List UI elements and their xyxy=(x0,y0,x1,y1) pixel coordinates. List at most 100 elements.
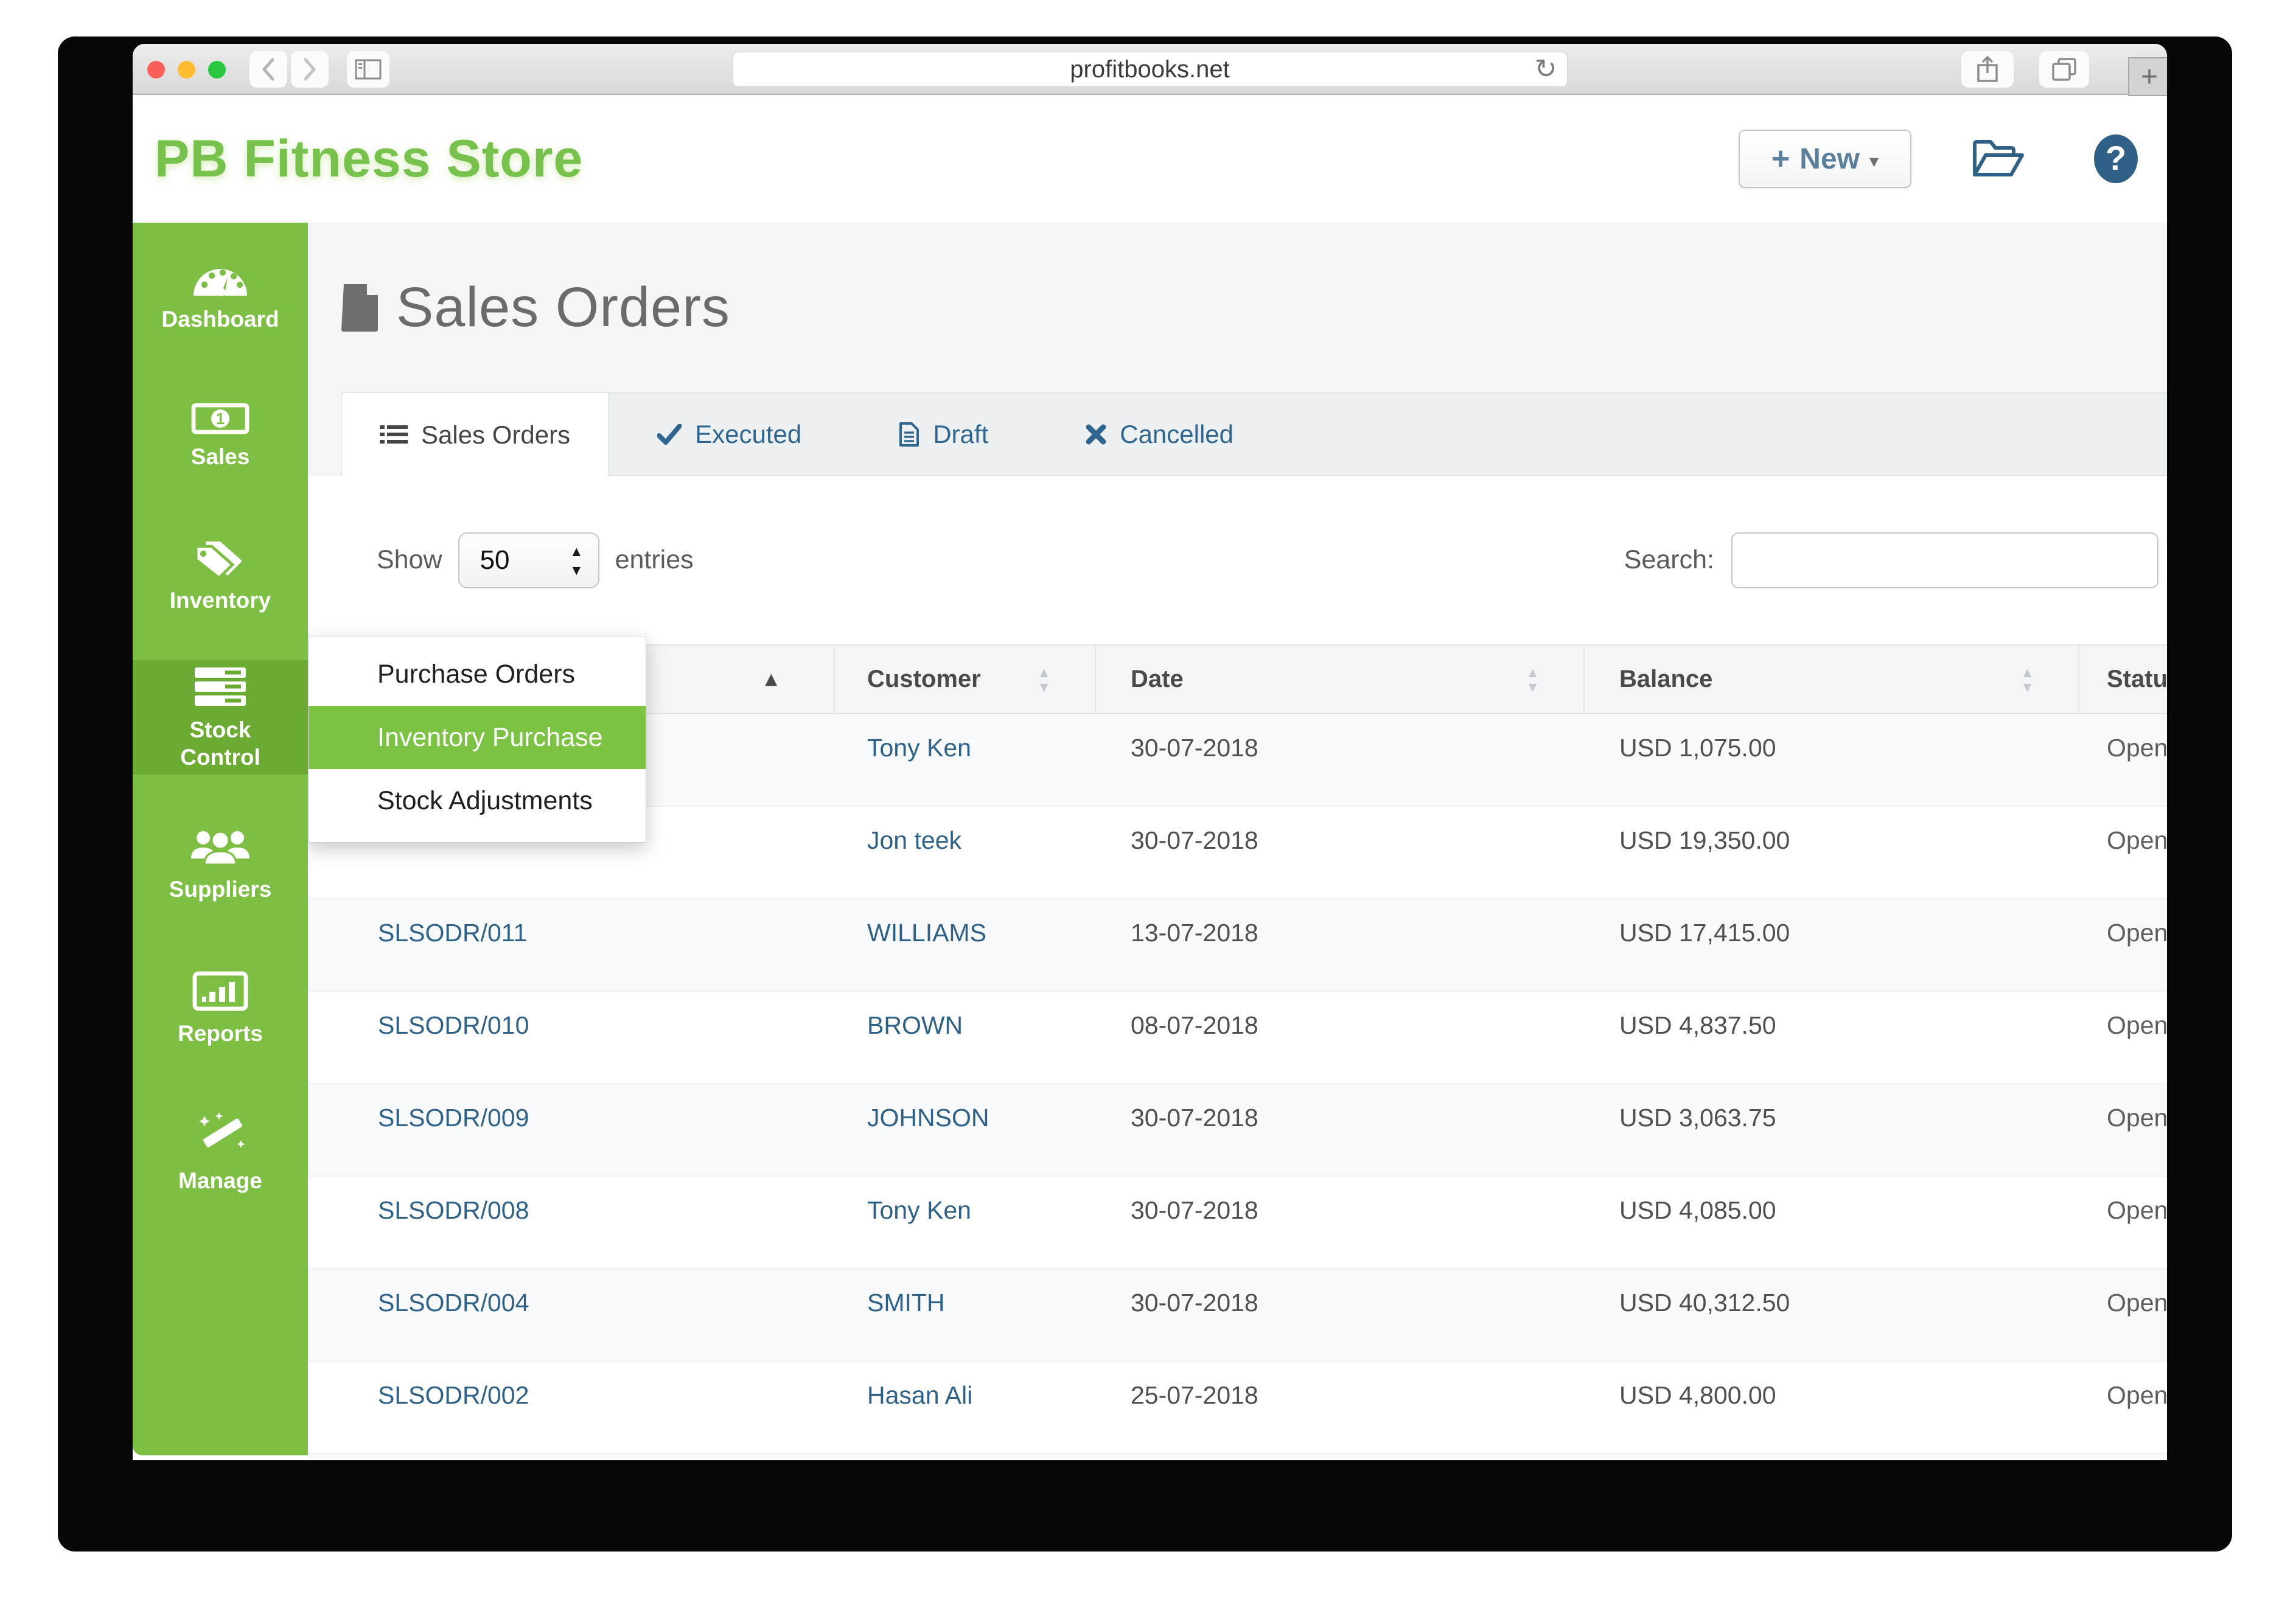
help-icon: ? xyxy=(2090,133,2141,184)
clipped-row-sliver xyxy=(308,1454,2167,1459)
forward-button[interactable] xyxy=(291,51,329,88)
app-header: PB Fitness Store + New ▾ ? xyxy=(133,95,2167,223)
column-label: Balance xyxy=(1619,666,1712,693)
order-number-link[interactable]: SLSODR/004 xyxy=(308,1269,835,1360)
browser-window: profitbooks.net ↻ + PB Fitness Store xyxy=(133,44,2167,1460)
help-button[interactable]: ? xyxy=(2090,133,2141,184)
new-button[interactable]: + New ▾ xyxy=(1739,130,1911,188)
svg-text:1: 1 xyxy=(216,409,225,428)
sidebar-item-reports[interactable]: Reports xyxy=(133,966,308,1082)
order-status: Open xyxy=(2079,1269,2167,1360)
customer-link[interactable]: Tony Ken xyxy=(835,1177,1096,1268)
minimize-window-button[interactable] xyxy=(178,61,195,78)
sidebar-item-dashboard[interactable]: Dashboard xyxy=(133,258,308,361)
menu-item-inventory-purchase[interactable]: Inventory Purchase xyxy=(309,706,646,769)
tab-label: Executed xyxy=(695,420,801,449)
page-size-select[interactable]: 50 ▲▼ xyxy=(458,532,599,588)
order-balance: USD 17,415.00 xyxy=(1585,899,2079,991)
sort-both-icon[interactable]: ▲▼ xyxy=(1037,665,1051,694)
order-number-link[interactable]: SLSODR/011 xyxy=(308,899,835,991)
close-window-button[interactable] xyxy=(147,61,165,78)
sort-ascending-icon[interactable]: ▲ xyxy=(761,667,781,691)
tab-executed[interactable]: Executed xyxy=(609,393,850,475)
tab-overview-button[interactable] xyxy=(2039,51,2089,88)
new-button-label: New xyxy=(1799,142,1860,176)
inventory-tags-icon xyxy=(191,539,249,578)
zoom-window-button[interactable] xyxy=(208,61,226,78)
page-header: Sales Orders xyxy=(308,223,2167,392)
cancel-x-icon xyxy=(1086,424,1106,445)
show-label: Show xyxy=(377,545,442,575)
address-bar[interactable]: profitbooks.net ↻ xyxy=(733,52,1568,87)
sidebar-toggle-button[interactable] xyxy=(347,51,389,88)
order-number-link[interactable]: SLSODR/010 xyxy=(308,992,835,1083)
table-row[interactable]: SLSODR/011 WILLIAMS 13-07-2018 USD 17,41… xyxy=(308,899,2167,992)
customer-link[interactable]: Hasan Ali xyxy=(835,1362,1096,1453)
sidebar-item-label: Manage xyxy=(178,1167,262,1194)
sales-banknote-icon: 1 xyxy=(191,403,249,434)
check-icon xyxy=(657,424,682,445)
tab-cancelled[interactable]: Cancelled xyxy=(1037,393,1282,475)
plus-icon: + xyxy=(1771,141,1790,177)
tab-label: Draft xyxy=(933,420,988,449)
stock-control-stack-icon xyxy=(192,666,248,708)
sidebar-item-inventory[interactable]: Inventory xyxy=(133,534,308,641)
order-balance: USD 19,350.00 xyxy=(1585,807,2079,898)
tab-sales-orders[interactable]: Sales Orders xyxy=(341,393,609,476)
order-number-link[interactable]: SLSODR/008 xyxy=(308,1177,835,1268)
open-folder-button[interactable] xyxy=(1972,138,2025,179)
draft-file-icon xyxy=(899,422,919,447)
tab-overview-icon xyxy=(2051,57,2077,82)
customer-link[interactable]: BROWN xyxy=(835,992,1096,1083)
order-number-link[interactable]: SLSODR/009 xyxy=(308,1084,835,1175)
brand-logo[interactable]: PB Fitness Store xyxy=(155,129,583,189)
sidebar-item-suppliers[interactable]: Suppliers xyxy=(133,822,308,938)
order-date: 30-07-2018 xyxy=(1096,1084,1585,1175)
chevron-right-icon xyxy=(302,57,318,82)
customer-link[interactable]: WILLIAMS xyxy=(835,899,1096,991)
dashboard-gauge-icon xyxy=(191,263,249,297)
order-status: Open xyxy=(2079,899,2167,991)
table-row[interactable]: SLSODR/010 BROWN 08-07-2018 USD 4,837.50… xyxy=(308,992,2167,1084)
table-row[interactable]: SLSODR/009 JOHNSON 30-07-2018 USD 3,063.… xyxy=(308,1084,2167,1177)
menu-item-stock-adjustments[interactable]: Stock Adjustments xyxy=(309,769,646,832)
sidebar-item-sales[interactable]: 1 Sales xyxy=(133,398,308,501)
folder-open-icon xyxy=(1972,138,2025,179)
search-input[interactable] xyxy=(1731,532,2158,588)
column-header-status[interactable]: Status xyxy=(2079,646,2167,713)
sidebar-item-label: Stock Control xyxy=(162,716,278,771)
customer-link[interactable]: SMITH xyxy=(835,1269,1096,1360)
menu-item-purchase-orders[interactable]: Purchase Orders xyxy=(309,643,646,706)
new-tab-button[interactable]: + xyxy=(2128,57,2167,96)
table-row[interactable]: SLSODR/004 SMITH 30-07-2018 USD 40,312.5… xyxy=(308,1269,2167,1362)
order-status: Open xyxy=(2079,714,2167,806)
customer-link[interactable]: JOHNSON xyxy=(835,1084,1096,1175)
tab-label: Sales Orders xyxy=(421,420,570,450)
column-header-balance[interactable]: Balance ▲▼ xyxy=(1585,646,2079,713)
sidebar-item-manage[interactable]: Manage xyxy=(133,1106,308,1222)
reload-icon[interactable]: ↻ xyxy=(1535,54,1557,85)
order-balance: USD 1,075.00 xyxy=(1585,714,2079,806)
customer-link[interactable]: Jon teek xyxy=(835,807,1096,898)
column-header-date[interactable]: Date ▲▼ xyxy=(1096,646,1585,713)
order-status: Open xyxy=(2079,807,2167,898)
order-status: Open xyxy=(2079,992,2167,1083)
table-row[interactable]: SLSODR/008 Tony Ken 30-07-2018 USD 4,085… xyxy=(308,1177,2167,1269)
sidebar-item-label: Reports xyxy=(178,1020,263,1047)
table-panel: Show 50 ▲▼ entries Search: xyxy=(308,476,2167,1459)
share-button[interactable] xyxy=(1961,51,2014,88)
select-arrows-icon: ▲▼ xyxy=(570,542,584,580)
search-area: Search: xyxy=(1624,532,2158,588)
table-row[interactable]: SLSODR/002 Hasan Ali 25-07-2018 USD 4,80… xyxy=(308,1362,2167,1454)
order-date: 08-07-2018 xyxy=(1096,992,1585,1083)
header-actions: + New ▾ ? xyxy=(1739,130,2141,188)
new-tab-plus: + xyxy=(2141,60,2158,94)
column-header-customer[interactable]: Customer ▲▼ xyxy=(835,646,1096,713)
order-number-link[interactable]: SLSODR/002 xyxy=(308,1362,835,1453)
tab-draft[interactable]: Draft xyxy=(850,393,1037,475)
customer-link[interactable]: Tony Ken xyxy=(835,714,1096,806)
sidebar-item-stock-control[interactable]: Stock Control xyxy=(133,660,308,775)
sort-both-icon[interactable]: ▲▼ xyxy=(1526,665,1540,694)
sort-both-icon[interactable]: ▲▼ xyxy=(2020,665,2034,694)
back-button[interactable] xyxy=(249,51,287,88)
